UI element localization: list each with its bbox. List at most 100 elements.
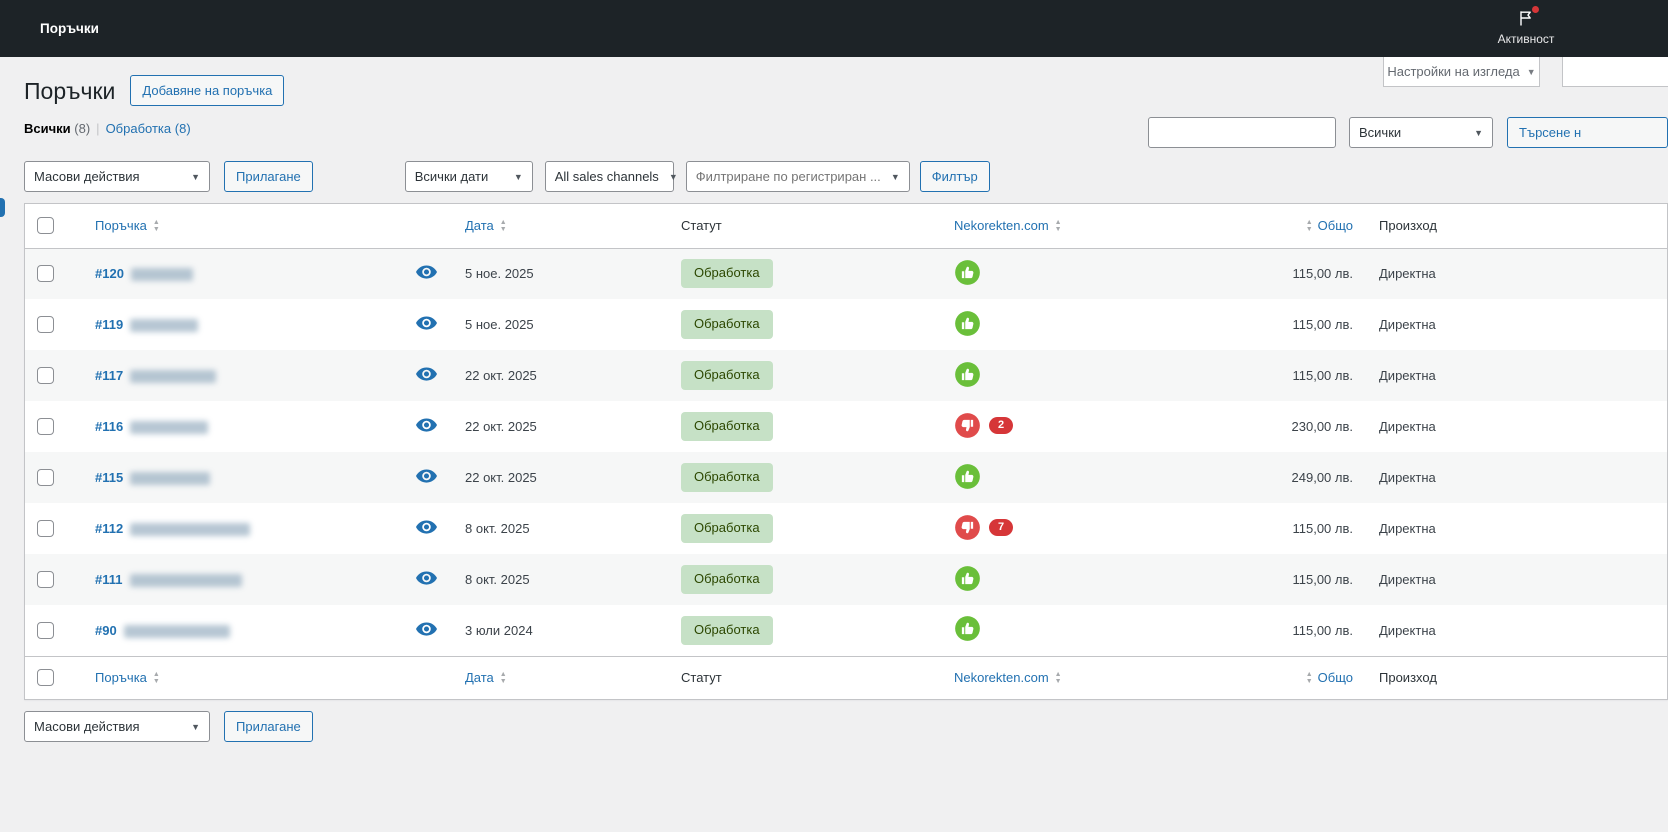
search-orders-button[interactable]: Търсене н: [1507, 117, 1668, 148]
order-link[interactable]: #119: [95, 316, 199, 333]
order-total: 115,00 лв.: [1292, 266, 1353, 282]
thumbs-down-icon[interactable]: 2: [954, 412, 1013, 439]
thumbs-up-icon[interactable]: [954, 259, 981, 286]
sort-by-total[interactable]: ▲ ▼ Общо: [1265, 670, 1353, 685]
order-status-badge: Обработка: [681, 259, 773, 289]
redacted-customer-name: [130, 268, 193, 282]
order-status-badge: Обработка: [681, 310, 773, 339]
column-status-label: Статут: [681, 218, 722, 234]
admin-bar-activity[interactable]: Активност: [1488, 6, 1564, 46]
order-link[interactable]: #115: [95, 469, 211, 486]
chevron-down-icon: ▼: [668, 171, 678, 182]
order-total: 115,00 лв.: [1292, 317, 1353, 332]
row-checkbox[interactable]: [37, 367, 54, 385]
order-preview-eye-icon[interactable]: [415, 367, 437, 381]
row-checkbox[interactable]: [37, 469, 54, 487]
view-all-link[interactable]: Всички (8): [24, 121, 90, 136]
order-total: 249,00 лв.: [1291, 470, 1353, 485]
filter-button[interactable]: Филтър: [919, 161, 990, 192]
view-processing-link[interactable]: Обработка (8): [106, 121, 191, 136]
order-total: 115,00 лв.: [1292, 572, 1353, 587]
order-preview-eye-icon[interactable]: [415, 622, 437, 636]
order-origin: Директна: [1379, 572, 1436, 587]
bulk-actions-select[interactable]: Масови действия ▼: [24, 161, 210, 192]
select-all-checkbox[interactable]: [37, 217, 54, 235]
order-preview-eye-icon[interactable]: [415, 418, 437, 432]
thumbs-up-icon[interactable]: [954, 565, 981, 592]
row-checkbox[interactable]: [37, 571, 54, 589]
sort-by-order[interactable]: Поръчка ▲ ▼: [95, 670, 160, 685]
order-link[interactable]: #112: [95, 520, 251, 537]
row-checkbox[interactable]: [37, 520, 54, 538]
order-link[interactable]: #117: [95, 368, 217, 384]
chevron-down-icon: ▼: [890, 171, 900, 182]
row-checkbox[interactable]: [37, 621, 54, 639]
redacted-customer-name: [130, 472, 211, 486]
order-search-input[interactable]: [1148, 117, 1336, 148]
order-preview-eye-icon[interactable]: [415, 265, 437, 279]
order-date: 5 ное. 2025: [465, 317, 534, 332]
order-date: 3 юли 2024: [465, 622, 533, 638]
sort-arrows-icon: ▲ ▼: [1054, 670, 1062, 685]
order-preview-eye-icon[interactable]: [415, 520, 437, 534]
sales-channels-select[interactable]: All sales channels ▼: [544, 161, 678, 192]
report-count-badge: 7: [989, 518, 1013, 536]
screen-options-label: Настройки на изгледа: [1387, 64, 1520, 79]
table-row: #115 22 окт. 2025 Обработка 249,00 лв. Д…: [25, 452, 1667, 503]
select-all-checkbox-bottom[interactable]: [37, 669, 54, 687]
thumbs-up-icon[interactable]: [954, 361, 981, 388]
registered-customer-select[interactable]: Филтриране по регистриран ... ▼: [685, 161, 910, 192]
add-order-button[interactable]: Добавяне на поръчка: [130, 75, 285, 106]
order-preview-eye-icon[interactable]: [415, 469, 437, 483]
order-preview-eye-icon[interactable]: [415, 571, 437, 585]
order-number: #119: [95, 316, 124, 332]
sort-by-nekorekten[interactable]: Nekorekten.com ▲ ▼: [954, 670, 1062, 685]
order-number: #115: [95, 469, 124, 485]
bulk-actions-select-bottom[interactable]: Масови действия ▼: [24, 711, 210, 742]
apply-button-bottom[interactable]: Прилагане: [224, 711, 313, 742]
thumbs-up-icon[interactable]: [954, 615, 981, 642]
thumbs-up-icon[interactable]: [954, 310, 981, 337]
row-checkbox[interactable]: [37, 316, 54, 334]
order-number: #112: [95, 520, 124, 536]
sort-arrows-icon: ▲ ▼: [152, 218, 160, 233]
redacted-customer-name: [130, 421, 209, 435]
order-total: 115,00 лв.: [1292, 622, 1353, 638]
order-link[interactable]: #116: [95, 419, 209, 435]
order-link[interactable]: #120: [95, 266, 193, 282]
bottom-toolbar: Масови действия ▼ Прилагане: [24, 711, 313, 742]
order-origin: Директна: [1379, 266, 1436, 282]
thumbs-up-icon[interactable]: [954, 463, 981, 490]
sort-by-date[interactable]: Дата ▲ ▼: [465, 218, 507, 233]
order-status-badge: Обработка: [681, 514, 773, 543]
status-views: Всички (8) | Обработка (8): [24, 121, 191, 136]
sort-arrows-icon: ▲ ▼: [1054, 218, 1062, 233]
order-total: 230,00 лв.: [1291, 419, 1353, 434]
admin-bar-orders-link[interactable]: Поръчки: [40, 0, 99, 57]
order-date: 22 окт. 2025: [465, 368, 537, 383]
sort-by-date[interactable]: Дата ▲ ▼: [465, 670, 507, 685]
sort-by-nekorekten[interactable]: Nekorekten.com ▲ ▼: [954, 218, 1062, 233]
dates-filter-select[interactable]: Всички дати ▼: [404, 161, 533, 192]
screen-options-toggle[interactable]: Настройки на изгледа ▼: [1383, 57, 1540, 87]
order-date: 22 окт. 2025: [465, 470, 537, 485]
order-number: #90: [95, 622, 117, 638]
order-date: 5 ное. 2025: [465, 266, 534, 282]
row-checkbox[interactable]: [37, 418, 54, 436]
sort-by-order[interactable]: Поръчка ▲ ▼: [95, 218, 160, 233]
sort-by-total[interactable]: ▲ ▼ Общо: [1265, 218, 1353, 233]
thumbs-down-icon[interactable]: 7: [954, 514, 1013, 541]
apply-button[interactable]: Прилагане: [224, 161, 313, 192]
order-origin: Директна: [1379, 419, 1436, 434]
table-row: #119 5 ное. 2025 Обработка 115,00 лв. Ди…: [25, 299, 1667, 350]
order-preview-eye-icon[interactable]: [415, 316, 437, 330]
redacted-customer-name: [129, 574, 242, 588]
search-scope-select[interactable]: Всички ▼: [1349, 117, 1493, 148]
admin-menu-collapse-arrow[interactable]: [0, 198, 5, 217]
order-link[interactable]: #90: [95, 623, 230, 638]
sort-arrows-icon: ▲ ▼: [152, 670, 160, 685]
order-number: #120: [95, 266, 124, 282]
row-checkbox[interactable]: [37, 265, 54, 283]
help-tab-partial[interactable]: [1562, 57, 1668, 87]
order-link[interactable]: #111: [95, 572, 242, 588]
